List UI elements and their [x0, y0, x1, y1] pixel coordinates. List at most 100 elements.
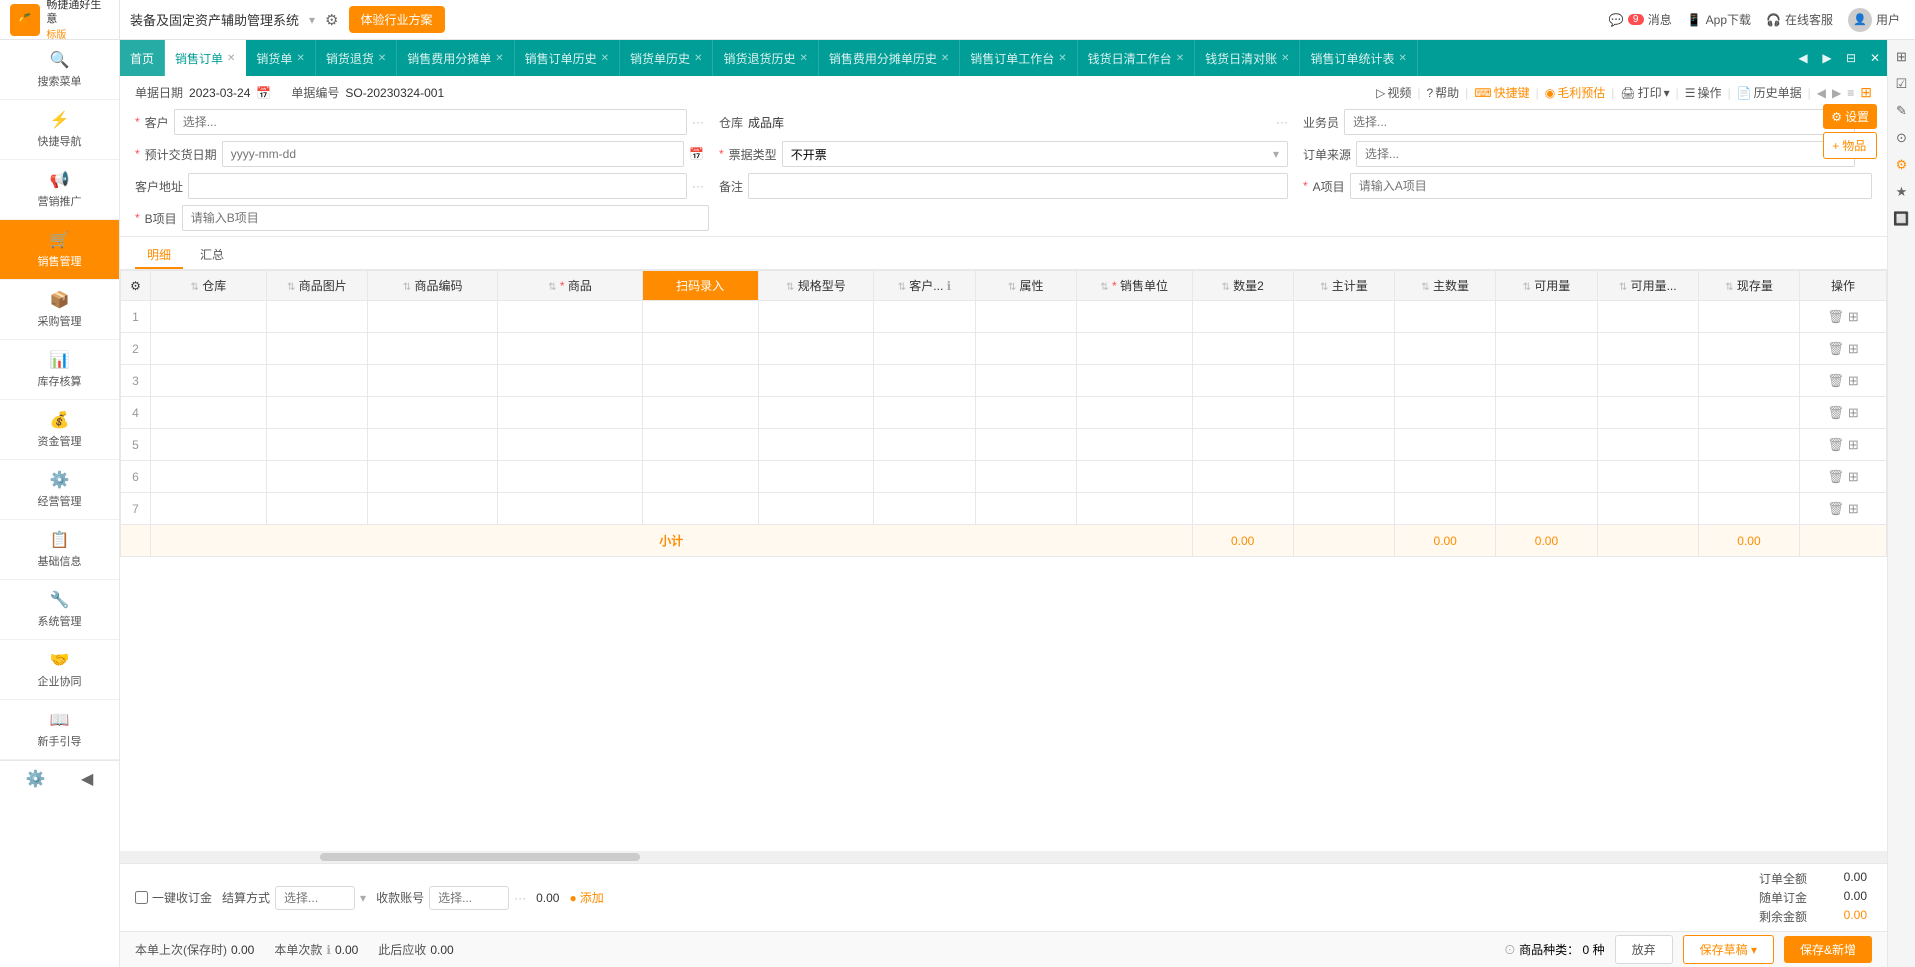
add-button[interactable]: ● 添加: [569, 889, 603, 906]
row-spec-2[interactable]: [758, 333, 874, 365]
col-qty2[interactable]: ⇅ 数量2: [1192, 271, 1293, 301]
row-spec-6[interactable]: [758, 461, 874, 493]
row-image-3[interactable]: [266, 365, 367, 397]
row-copy-5[interactable]: ⊞: [1848, 437, 1859, 453]
sidebar-item-system[interactable]: 🔧 系统管理: [0, 580, 119, 640]
right-panel-btn-3[interactable]: ✎: [1890, 99, 1914, 123]
fullscreen-btn[interactable]: ⊞: [1860, 84, 1872, 101]
tab-detail[interactable]: 明细: [135, 242, 183, 269]
col-warehouse[interactable]: ⇅ 仓库: [151, 271, 267, 301]
settings-gear-icon[interactable]: ⚙: [325, 11, 338, 29]
row-unit-3[interactable]: [1076, 365, 1192, 397]
right-panel-btn-6[interactable]: ★: [1890, 180, 1914, 204]
col-code[interactable]: ⇅ 商品编码: [367, 271, 497, 301]
row-name-1[interactable]: [498, 301, 643, 333]
sidebar-item-marketing[interactable]: 📢 营销推广: [0, 160, 119, 220]
operation-action[interactable]: ☰ 操作: [1685, 84, 1722, 101]
row-warehouse-6[interactable]: [151, 461, 267, 493]
row-main-unit-1[interactable]: [1293, 301, 1394, 333]
row-qty2-7[interactable]: [1192, 493, 1293, 525]
row-code-7[interactable]: [367, 493, 497, 525]
tab-goods-history-close[interactable]: ✕: [694, 53, 702, 64]
row-customer-code-6[interactable]: [874, 461, 975, 493]
row-customer-code-4[interactable]: [874, 397, 975, 429]
add-goods-button[interactable]: + 物品: [1823, 132, 1877, 159]
right-panel-btn-1[interactable]: ⊞: [1890, 45, 1914, 69]
row-unit-6[interactable]: [1076, 461, 1192, 493]
row-image-1[interactable]: [266, 301, 367, 333]
row-image-6[interactable]: [266, 461, 367, 493]
row-image-2[interactable]: [266, 333, 367, 365]
project-b-input[interactable]: [182, 205, 709, 231]
row-available2-6[interactable]: [1597, 461, 1698, 493]
row-unit-7[interactable]: [1076, 493, 1192, 525]
address-more-btn[interactable]: ···: [692, 179, 704, 193]
sidebar-item-cooperation[interactable]: 🤝 企业协同: [0, 640, 119, 700]
row-available-4[interactable]: [1496, 397, 1597, 429]
row-stock-6[interactable]: [1698, 461, 1799, 493]
scrollbar-thumb[interactable]: [320, 853, 640, 861]
online-service-btn[interactable]: 🎧 在线客服: [1766, 11, 1833, 28]
row-customer-code-5[interactable]: [874, 429, 975, 461]
tab-sales-expense-close[interactable]: ✕: [495, 53, 503, 64]
tab-summary[interactable]: 汇总: [188, 242, 236, 269]
right-panel-btn-7[interactable]: 🔲: [1890, 207, 1914, 231]
shortcut-action[interactable]: ⌨ 快捷键: [1474, 84, 1529, 101]
row-main-unit-5[interactable]: [1293, 429, 1394, 461]
row-main-qty-6[interactable]: [1395, 461, 1496, 493]
row-customer-code-2[interactable]: [874, 333, 975, 365]
tab-workbench-close[interactable]: ✕: [1058, 53, 1066, 64]
row-scan-7[interactable]: [642, 493, 758, 525]
sidebar-item-quick[interactable]: ⚡ 快捷导航: [0, 100, 119, 160]
tab-history-close[interactable]: ✕: [601, 53, 609, 64]
row-scan-1[interactable]: [642, 301, 758, 333]
col-image[interactable]: ⇅ 商品图片: [266, 271, 367, 301]
row-code-1[interactable]: [367, 301, 497, 333]
remark-input[interactable]: [748, 173, 1288, 199]
staff-input[interactable]: [1344, 109, 1855, 135]
row-qty2-3[interactable]: [1192, 365, 1293, 397]
row-stock-7[interactable]: [1698, 493, 1799, 525]
row-qty2-4[interactable]: [1192, 397, 1293, 429]
address-input[interactable]: [188, 173, 687, 199]
help-action[interactable]: ? 帮助: [1426, 84, 1459, 101]
row-qty2-2[interactable]: [1192, 333, 1293, 365]
row-image-4[interactable]: [266, 397, 367, 429]
tab-next-btn[interactable]: ▶: [1815, 40, 1839, 76]
tab-sales-order-close[interactable]: ✕: [227, 53, 235, 64]
sidebar-item-sales[interactable]: 🛒 销售管理: [0, 220, 119, 280]
row-main-unit-2[interactable]: [1293, 333, 1394, 365]
sidebar-collapse-icon[interactable]: ◀: [81, 769, 93, 789]
order-source-input[interactable]: [1356, 141, 1855, 167]
sidebar-item-guide[interactable]: 📖 新手引导: [0, 700, 119, 760]
row-attr-3[interactable]: [975, 365, 1076, 397]
sidebar-item-search[interactable]: 🔍 搜索菜单: [0, 40, 119, 100]
row-warehouse-4[interactable]: [151, 397, 267, 429]
message-center[interactable]: 💬 9 消息: [1609, 11, 1672, 28]
row-available2-7[interactable]: [1597, 493, 1698, 525]
solution-button[interactable]: 体验行业方案: [349, 6, 445, 33]
tab-close-all-btn[interactable]: ✕: [1863, 40, 1887, 76]
delivery-calendar-icon[interactable]: 📅: [689, 147, 704, 161]
view-action[interactable]: ▷ 视频: [1376, 84, 1411, 101]
row-warehouse-5[interactable]: [151, 429, 267, 461]
right-panel-btn-4[interactable]: ⊙: [1890, 126, 1914, 150]
profit-forecast-action[interactable]: ◉ 毛利预估: [1545, 84, 1606, 101]
col-stock[interactable]: ⇅ 现存量: [1698, 271, 1799, 301]
tab-sales-order-history[interactable]: 销售订单历史 ✕: [515, 40, 620, 76]
row-delete-7[interactable]: 🗑: [1827, 501, 1844, 517]
tab-return-history[interactable]: 销货退货历史 ✕: [713, 40, 818, 76]
account-input[interactable]: [429, 886, 509, 910]
row-warehouse-3[interactable]: [151, 365, 267, 397]
row-copy-7[interactable]: ⊞: [1848, 501, 1859, 517]
quick-settle-checkbox[interactable]: [135, 891, 148, 904]
row-main-qty-5[interactable]: [1395, 429, 1496, 461]
row-qty2-1[interactable]: [1192, 301, 1293, 333]
row-attr-7[interactable]: [975, 493, 1076, 525]
delivery-input[interactable]: [222, 141, 684, 167]
row-qty2-5[interactable]: [1192, 429, 1293, 461]
invoice-select[interactable]: 不开票 ▾: [782, 141, 1288, 167]
horizontal-scrollbar[interactable]: [120, 851, 1887, 863]
prev-record-btn[interactable]: ◀: [1817, 86, 1826, 100]
project-a-input[interactable]: [1350, 173, 1872, 199]
